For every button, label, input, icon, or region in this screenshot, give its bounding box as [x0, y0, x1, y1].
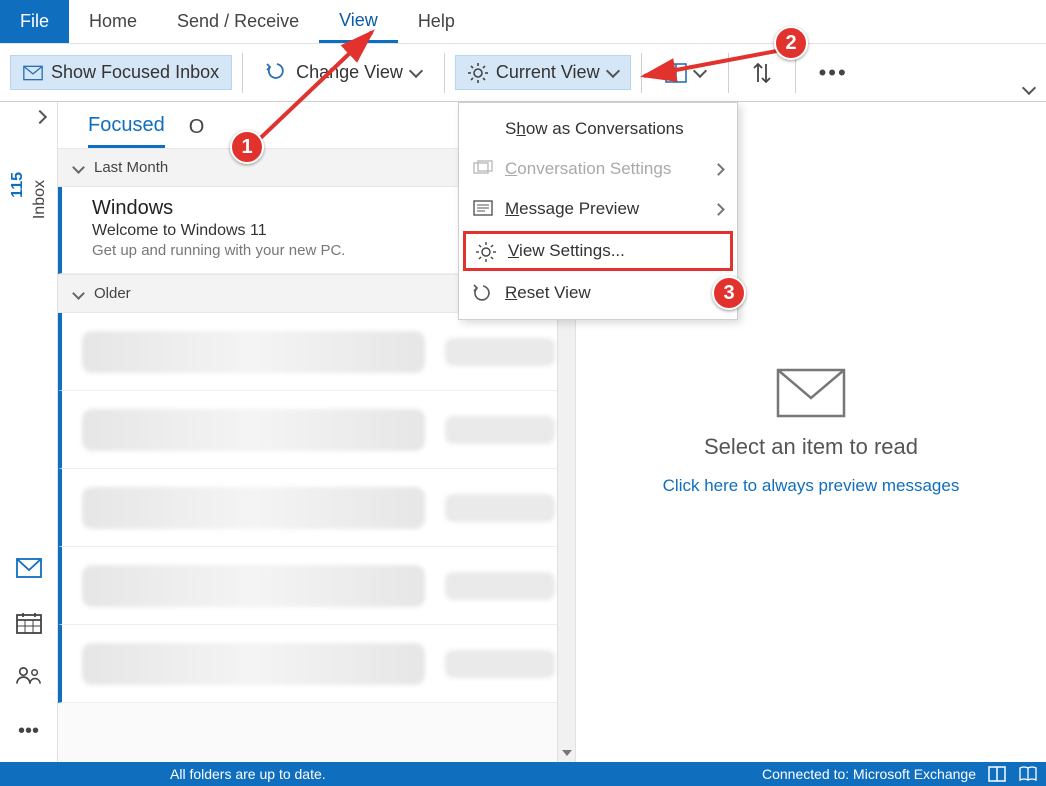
inbox-count: 115 — [9, 172, 27, 198]
expand-nav-button[interactable] — [35, 112, 49, 126]
message-item-redacted[interactable] — [58, 391, 575, 469]
more-commands-button[interactable]: ••• — [806, 53, 861, 93]
more-apps-icon[interactable]: ••• — [16, 720, 42, 742]
view-tab[interactable]: View — [319, 0, 398, 43]
chevron-down-icon — [695, 68, 705, 78]
scroll-down-arrow[interactable] — [558, 744, 575, 762]
reading-pane-title: Select an item to read — [704, 434, 918, 460]
send-receive-tab[interactable]: Send / Receive — [157, 0, 319, 43]
menu-item-label: Show as Conversations — [505, 119, 684, 139]
gear-icon — [468, 63, 488, 83]
preview-icon — [473, 200, 493, 218]
chevron-right-icon — [714, 165, 723, 174]
ribbon-separator — [641, 53, 642, 93]
home-tab[interactable]: Home — [69, 0, 157, 43]
message-item-redacted[interactable] — [58, 469, 575, 547]
current-view-dropdown: Show as Conversations Conversation Setti… — [458, 102, 738, 320]
chevron-down-icon — [74, 289, 84, 299]
inbox-focused-icon — [23, 64, 43, 82]
show-focused-inbox-button[interactable]: Show Focused Inbox — [10, 55, 232, 90]
show-as-conversations-item[interactable]: Show as Conversations — [459, 109, 737, 149]
menu-item-label: Message Preview — [505, 199, 639, 219]
reset-view-item[interactable]: Reset View — [459, 273, 737, 313]
message-preview-item[interactable]: Message Preview — [459, 189, 737, 229]
menu-item-label: View Settings... — [508, 241, 625, 261]
collapse-ribbon-button[interactable] — [1024, 83, 1040, 99]
change-view-label: Change View — [296, 62, 403, 83]
status-bar: All folders are up to date. Connected to… — [0, 762, 1046, 786]
annotation-marker-3: 3 — [712, 276, 746, 310]
view-settings-item[interactable]: View Settings... — [463, 231, 733, 271]
menu-item-label: Conversation Settings — [505, 159, 671, 179]
group-label: Last Month — [94, 159, 168, 176]
envelope-icon — [776, 368, 846, 418]
current-view-label: Current View — [496, 62, 600, 83]
sort-button[interactable] — [739, 55, 785, 91]
menu-item-label: Reset View — [505, 283, 591, 303]
change-view-icon — [266, 63, 288, 83]
other-tab[interactable]: O — [189, 116, 205, 147]
layout-button[interactable] — [652, 56, 718, 90]
message-item-redacted[interactable] — [58, 625, 575, 703]
conversation-icon — [473, 160, 493, 178]
inbox-label[interactable]: Inbox — [31, 180, 49, 219]
reset-icon — [473, 284, 493, 302]
ribbon-separator — [444, 53, 445, 93]
current-view-button[interactable]: Current View — [455, 55, 631, 90]
annotation-marker-2: 2 — [774, 26, 808, 60]
chevron-right-icon — [714, 205, 723, 214]
navigation-rail: 115 Inbox ••• — [0, 102, 58, 762]
message-item-redacted[interactable] — [58, 547, 575, 625]
sort-icon — [752, 62, 772, 84]
ribbon-separator — [728, 53, 729, 93]
checkbox-icon — [473, 120, 493, 138]
chevron-down-icon — [74, 163, 84, 173]
help-tab[interactable]: Help — [398, 0, 475, 43]
menu-bar: File Home Send / Receive View Help — [0, 0, 1046, 44]
status-folders: All folders are up to date. — [170, 766, 326, 782]
show-focused-inbox-label: Show Focused Inbox — [51, 62, 219, 83]
view-reading-icon[interactable] — [1018, 766, 1038, 782]
message-item-redacted[interactable] — [58, 313, 575, 391]
always-preview-link[interactable]: Click here to always preview messages — [663, 476, 960, 496]
file-tab[interactable]: File — [0, 0, 69, 43]
ellipsis-icon: ••• — [819, 60, 848, 86]
status-connection: Connected to: Microsoft Exchange — [762, 766, 976, 782]
people-icon[interactable] — [16, 666, 42, 688]
focused-tab[interactable]: Focused — [88, 114, 165, 148]
layout-icon — [665, 63, 687, 83]
gear-icon — [476, 242, 496, 260]
ribbon: Show Focused Inbox Change View Current V… — [0, 44, 1046, 102]
group-label: Older — [94, 285, 131, 302]
ribbon-separator — [242, 53, 243, 93]
change-view-button[interactable]: Change View — [253, 55, 434, 90]
chevron-down-icon — [608, 68, 618, 78]
view-normal-icon[interactable] — [988, 766, 1006, 782]
calendar-icon[interactable] — [16, 612, 42, 634]
conversation-settings-item: Conversation Settings — [459, 149, 737, 189]
chevron-down-icon — [411, 68, 421, 78]
annotation-marker-1: 1 — [230, 130, 264, 164]
mail-icon[interactable] — [16, 558, 42, 580]
